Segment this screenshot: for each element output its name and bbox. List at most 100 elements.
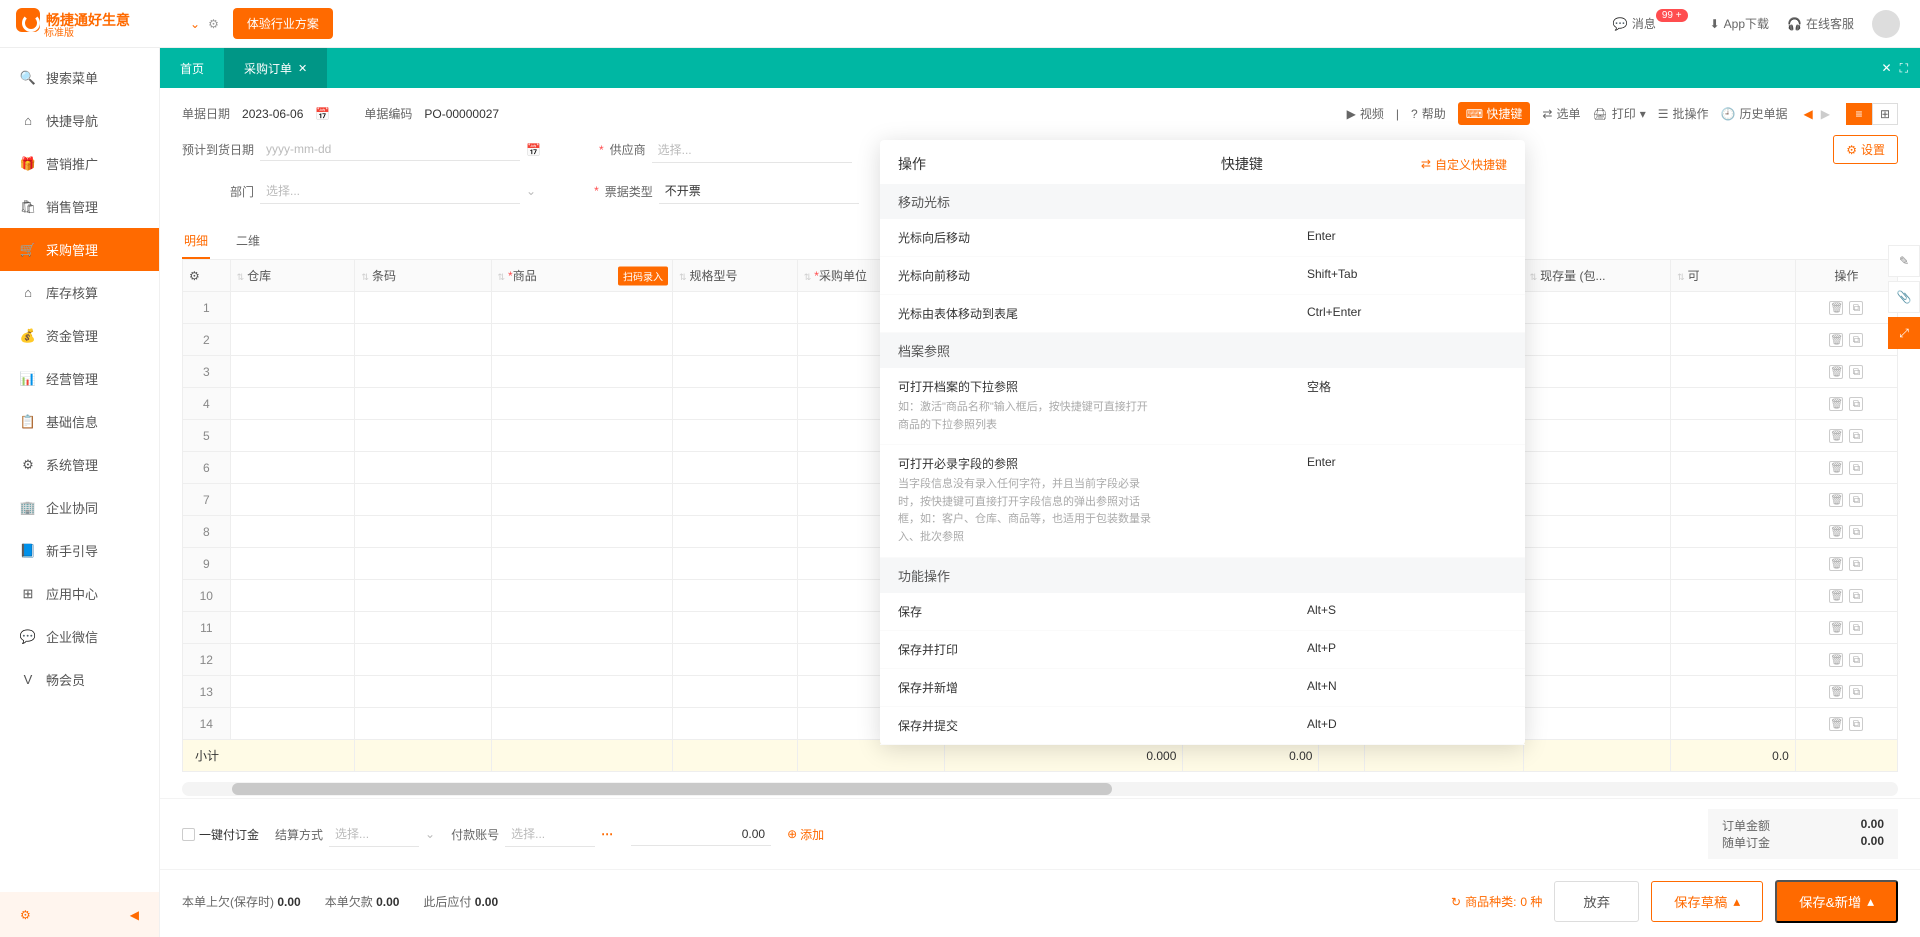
dept-select[interactable]: 选择... [260,178,520,204]
fullscreen-icon[interactable]: ⛶ [1900,61,1908,76]
save-new-button[interactable]: 保存&新增▴ [1775,880,1898,923]
row-delete-icon[interactable]: 🗑 [1829,589,1843,603]
sidebar-item[interactable]: ⚙系统管理 [0,443,159,486]
row-delete-icon[interactable]: 🗑 [1829,525,1843,539]
prev-page-icon[interactable]: ◀ [1800,107,1817,121]
horizontal-scrollbar[interactable] [182,782,1898,796]
date-value[interactable]: 2023-06-06 [242,107,303,121]
settings-gear-icon[interactable]: ⚙ [20,908,31,922]
row-delete-icon[interactable]: 🗑 [1829,557,1843,571]
sidebar-item[interactable]: 🎁营销推广 [0,142,159,185]
save-draft-button[interactable]: 保存草稿▴ [1651,881,1763,922]
sidebar-item[interactable]: 💰资金管理 [0,314,159,357]
rail-expand-icon[interactable]: ⤢ [1888,317,1920,349]
row-copy-icon[interactable]: ⧉ [1849,685,1863,699]
collapse-sidebar-icon[interactable]: ◀ [130,908,139,922]
rail-attach-icon[interactable]: 📎 [1888,281,1920,313]
row-delete-icon[interactable]: 🗑 [1829,621,1843,635]
account-select[interactable]: 选择... [505,821,595,847]
col-warehouse[interactable]: ⇅仓库 [230,260,355,292]
row-delete-icon[interactable]: 🗑 [1829,685,1843,699]
user-menu[interactable] [1872,10,1904,38]
arrive-date-input[interactable]: yyyy-mm-dd [260,138,520,161]
sidebar-item[interactable]: 📘新手引导 [0,529,159,572]
row-copy-icon[interactable]: ⧉ [1849,493,1863,507]
row-delete-icon[interactable]: 🗑 [1829,333,1843,347]
gear-icon[interactable]: ⚙ [208,17,219,31]
custom-shortcut-link[interactable]: ⇄自定义快捷键 [1421,156,1507,173]
col-avail[interactable]: ⇅可 [1671,260,1796,292]
sidebar-item[interactable]: V畅会员 [0,658,159,701]
messages-link[interactable]: 💬 消息 99 + [1613,15,1692,32]
supplier-select[interactable]: 选择... [652,137,852,163]
calendar-icon[interactable]: 📅 [315,107,330,121]
row-delete-icon[interactable]: 🗑 [1829,717,1843,731]
sidebar-item[interactable]: ⊞应用中心 [0,572,159,615]
pay-full-checkbox[interactable]: 一键付订金 [182,826,259,843]
row-delete-icon[interactable]: 🗑 [1829,397,1843,411]
online-support-link[interactable]: 🎧 在线客服 [1787,15,1854,32]
discard-button[interactable]: 放弃 [1554,881,1639,922]
sidebar-item[interactable]: 📊经营管理 [0,357,159,400]
subtab-detail[interactable]: 明细 [182,224,210,259]
invoice-type-value[interactable]: 不开票 [659,178,859,204]
scan-tag[interactable]: 扫码录入 [618,266,668,285]
tab-purchase-order[interactable]: 采购订单 ✕ [224,48,327,88]
row-copy-icon[interactable]: ⧉ [1849,301,1863,315]
next-page-icon[interactable]: ▶ [1817,107,1834,121]
settings-button[interactable]: ⚙设置 [1833,135,1898,164]
sku-count-link[interactable]: ↻商品种类: 0 种 [1451,893,1542,910]
add-payment-link[interactable]: ⊕添加 [787,826,824,843]
settle-select[interactable]: 选择... [329,821,419,847]
print-link[interactable]: 🖨打印▾ [1593,105,1646,122]
sidebar-item[interactable]: 💬企业微信 [0,615,159,658]
sidebar-item[interactable]: 🏢企业协同 [0,486,159,529]
row-copy-icon[interactable]: ⧉ [1849,717,1863,731]
row-delete-icon[interactable]: 🗑 [1829,493,1843,507]
row-copy-icon[interactable]: ⧉ [1849,397,1863,411]
pay-amount-input[interactable]: 0.00 [631,823,771,846]
row-copy-icon[interactable]: ⧉ [1849,365,1863,379]
help-link[interactable]: ?帮助 [1411,105,1446,122]
row-delete-icon[interactable]: 🗑 [1829,365,1843,379]
row-copy-icon[interactable]: ⧉ [1849,461,1863,475]
row-delete-icon[interactable]: 🗑 [1829,461,1843,475]
col-spec[interactable]: ⇅规格型号 [672,260,797,292]
sidebar-item[interactable]: 🛍销售管理 [0,185,159,228]
account-more-icon[interactable]: ⋯ [601,827,615,841]
view-list-icon[interactable]: ≡ [1846,103,1872,125]
sidebar-item[interactable]: ⌂库存核算 [0,271,159,314]
row-copy-icon[interactable]: ⧉ [1849,621,1863,635]
view-grid-icon[interactable]: ⊞ [1872,103,1898,125]
row-copy-icon[interactable]: ⧉ [1849,525,1863,539]
row-copy-icon[interactable]: ⧉ [1849,333,1863,347]
sidebar-item[interactable]: ⌂快捷导航 [0,99,159,142]
col-gear[interactable]: ⚙ [183,260,231,292]
col-stock[interactable]: ⇅现存量 (包... [1523,260,1670,292]
tab-home[interactable]: 首页 [160,48,224,88]
sidebar-item[interactable]: 🔍搜索菜单 [0,56,159,99]
sidebar-item[interactable]: 📋基础信息 [0,400,159,443]
close-icon[interactable]: ✕ [298,62,307,75]
chevron-down-icon[interactable]: ⌄ [526,184,536,198]
sidebar-item[interactable]: 🛒采购管理 [0,228,159,271]
history-link[interactable]: 🕘历史单据 [1721,105,1788,122]
row-copy-icon[interactable]: ⧉ [1849,557,1863,571]
tab-close-all-icon[interactable]: ✕ [1882,61,1892,76]
col-product[interactable]: ⇅*商品扫码录入 [491,260,672,292]
hotkey-button[interactable]: ⌨ 快捷键 [1458,102,1531,125]
rail-note-icon[interactable]: ✎ [1888,245,1920,277]
batch-link[interactable]: ☰批操作 [1658,105,1709,122]
row-copy-icon[interactable]: ⧉ [1849,653,1863,667]
app-download-link[interactable]: ⬇ App下载 [1710,15,1769,32]
select-order-link[interactable]: ⇄选单 [1542,105,1580,122]
subtab-2d[interactable]: 二维 [234,224,262,259]
row-delete-icon[interactable]: 🗑 [1829,429,1843,443]
row-copy-icon[interactable]: ⧉ [1849,589,1863,603]
row-copy-icon[interactable]: ⧉ [1849,429,1863,443]
calendar-icon[interactable]: 📅 [526,143,541,157]
trial-button[interactable]: 体验行业方案 [233,8,333,39]
video-link[interactable]: ▶视频 [1347,105,1384,122]
chevron-down-icon[interactable]: ⌄ [425,827,435,841]
row-delete-icon[interactable]: 🗑 [1829,301,1843,315]
